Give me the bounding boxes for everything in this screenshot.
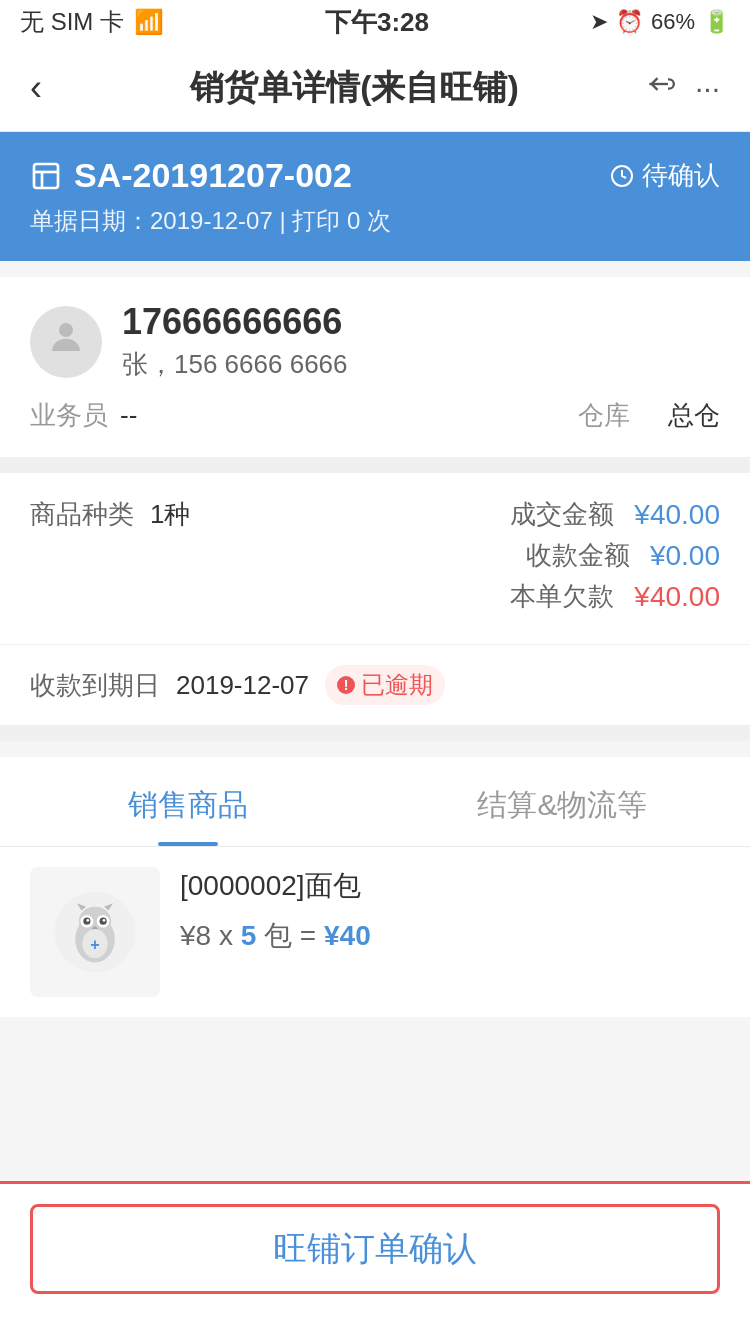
nav-bar: ‹ 销货单详情(来自旺铺) ··· xyxy=(0,44,750,132)
total-price: ¥40 xyxy=(324,920,371,951)
share-icon[interactable] xyxy=(647,70,675,105)
bottom-bar: 旺铺订单确认 xyxy=(0,1181,750,1334)
payment-value: ¥0.00 xyxy=(650,540,720,572)
product-list: + [0000002]面包 ¥8 x 5 包 = ¥40 xyxy=(0,847,750,1017)
transaction-value: ¥40.00 xyxy=(634,499,720,531)
bottom-spacer xyxy=(0,1017,750,1177)
salesperson-label: 业务员 xyxy=(30,398,120,433)
product-info: [0000002]面包 ¥8 x 5 包 = ¥40 xyxy=(180,867,720,955)
customer-name: 张，156 6666 6666 xyxy=(122,347,348,382)
alarm-icon: ⏰ xyxy=(616,9,643,35)
salesperson-value: -- xyxy=(120,400,137,431)
product-price: ¥8 x 5 包 = ¥40 xyxy=(180,917,720,955)
unit: 包 xyxy=(264,920,292,951)
summary-section: 商品种类 1种 成交金额 ¥40.00 收款金额 ¥0.00 本单欠款 ¥40.… xyxy=(0,473,750,644)
type-value: 1种 xyxy=(150,497,190,532)
divider-1 xyxy=(0,457,750,473)
transaction-label: 成交金额 xyxy=(510,497,614,532)
svg-point-4 xyxy=(59,323,73,337)
summary-right: 成交金额 ¥40.00 收款金额 ¥0.00 本单欠款 ¥40.00 xyxy=(510,497,720,620)
overdue-text: 已逾期 xyxy=(361,669,433,701)
payment-due-section: 收款到期日 2019-12-07 ! 已逾期 xyxy=(0,644,750,725)
order-id: SA-20191207-002 xyxy=(30,156,352,195)
owl-logo-icon: + xyxy=(50,887,140,977)
order-date: 单据日期：2019-12-07 | 打印 0 次 xyxy=(30,205,720,237)
nav-actions: ··· xyxy=(647,70,720,105)
transaction-row: 成交金额 ¥40.00 xyxy=(510,497,720,532)
customer-row: 17666666666 张，156 6666 6666 xyxy=(30,301,720,382)
salesperson-row: 业务员 -- 仓库 总仓 xyxy=(30,398,720,433)
payment-due-label: 收款到期日 xyxy=(30,668,160,703)
user-icon xyxy=(45,316,87,367)
customer-section: 17666666666 张，156 6666 6666 业务员 -- 仓库 总仓 xyxy=(0,277,750,457)
status-bar: 无 SIM 卡 📶 下午3:28 ➤ ⏰ 66% 🔋 xyxy=(0,0,750,44)
wifi-icon: 📶 xyxy=(134,8,164,36)
debt-value: ¥40.00 xyxy=(634,581,720,613)
warehouse-value: 总仓 xyxy=(668,398,720,433)
no-sim-text: 无 SIM 卡 xyxy=(20,6,124,38)
order-header-top: SA-20191207-002 待确认 xyxy=(30,156,720,195)
svg-text:+: + xyxy=(90,935,99,953)
payment-due-date: 2019-12-07 xyxy=(176,670,309,701)
overdue-badge: ! 已逾期 xyxy=(325,665,445,705)
tab-settlement[interactable]: 结算&物流等 xyxy=(375,757,750,846)
type-label: 商品种类 xyxy=(30,497,134,532)
svg-point-14 xyxy=(86,919,89,922)
status-bar-time: 下午3:28 xyxy=(325,5,429,40)
status-bar-right: ➤ ⏰ 66% 🔋 xyxy=(590,9,730,35)
overdue-icon: ! xyxy=(337,676,355,694)
unit-price: ¥8 xyxy=(180,920,211,951)
tabs-header: 销售商品 结算&物流等 xyxy=(0,757,750,847)
battery-text: 66% xyxy=(651,9,695,35)
order-header: SA-20191207-002 待确认 单据日期：2019-12-07 | 打印… xyxy=(0,132,750,261)
divider-2 xyxy=(0,725,750,741)
product-thumbnail: + xyxy=(30,867,160,997)
product-item: + [0000002]面包 ¥8 x 5 包 = ¥40 xyxy=(30,867,720,997)
order-status: 待确认 xyxy=(610,158,720,193)
multiply-sign: x xyxy=(219,920,241,951)
avatar xyxy=(30,306,102,378)
summary-left: 商品种类 1种 xyxy=(30,497,190,532)
quantity: 5 xyxy=(241,920,257,951)
tab-sales[interactable]: 销售商品 xyxy=(0,757,375,846)
svg-point-15 xyxy=(103,919,106,922)
payment-label: 收款金额 xyxy=(526,538,630,573)
tabs-section: 销售商品 结算&物流等 xyxy=(0,757,750,1017)
debt-row: 本单欠款 ¥40.00 xyxy=(510,579,720,614)
confirm-order-button[interactable]: 旺铺订单确认 xyxy=(30,1204,720,1294)
customer-phone: 17666666666 xyxy=(122,301,348,343)
back-button[interactable]: ‹ xyxy=(30,67,62,109)
status-bar-left: 无 SIM 卡 📶 xyxy=(20,6,164,38)
customer-info: 17666666666 张，156 6666 6666 xyxy=(122,301,348,382)
payment-row: 收款金额 ¥0.00 xyxy=(510,538,720,573)
equals-sign: = xyxy=(300,920,324,951)
battery-icon: 🔋 xyxy=(703,9,730,35)
warehouse-label: 仓库 xyxy=(578,398,668,433)
location-icon: ➤ xyxy=(590,9,608,35)
more-icon[interactable]: ··· xyxy=(695,71,720,105)
product-name: [0000002]面包 xyxy=(180,867,720,905)
svg-rect-0 xyxy=(34,164,58,188)
page-title: 销货单详情(来自旺铺) xyxy=(62,65,647,111)
debt-label: 本单欠款 xyxy=(510,579,614,614)
